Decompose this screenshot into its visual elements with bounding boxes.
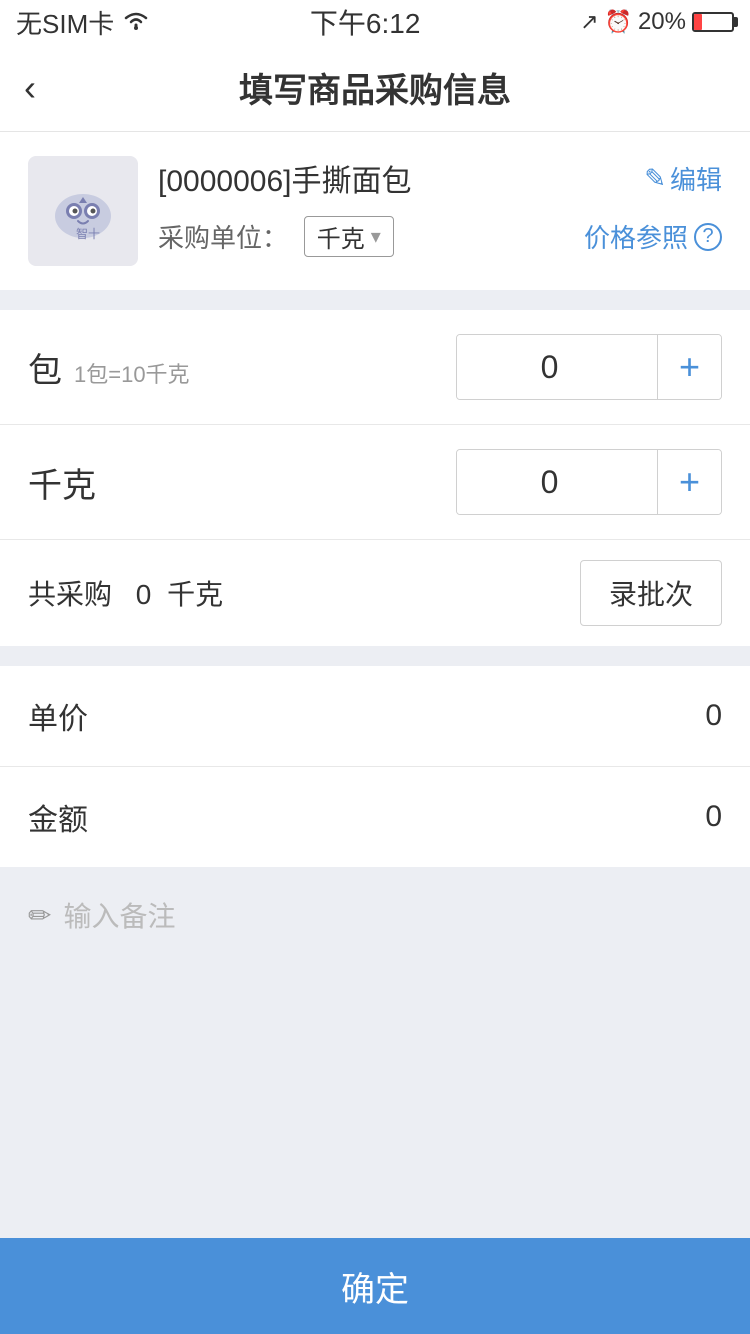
total-label: 共采购 (28, 579, 112, 610)
unit-price-value: 0 (705, 699, 722, 733)
nav-bar: ‹ 填写商品采购信息 (0, 44, 750, 132)
kg-input-row: 千克 + (0, 425, 750, 539)
remark-placeholder: 输入备注 (63, 895, 175, 935)
kg-input-group: + (456, 449, 722, 515)
bag-label-group: 包 1包=10千克 (28, 343, 190, 392)
unit-price-row: 单价 0 (0, 666, 750, 767)
info-icon: ? (694, 223, 722, 251)
bag-label: 包 (28, 343, 62, 392)
input-section: 包 1包=10千克 + 千克 + (0, 310, 750, 539)
batch-button[interactable]: 录批次 (580, 560, 722, 626)
bag-input-row: 包 1包=10千克 + (0, 310, 750, 425)
amount-value: 0 (705, 800, 722, 834)
product-bottom-row: 采购单位： 千克 ▾ 价格参照 ? (158, 216, 722, 257)
edit-icon: ✎ (644, 163, 666, 194)
wifi-icon (122, 7, 150, 38)
kg-label-group: 千克 (28, 458, 96, 507)
unit-selector[interactable]: 采购单位： 千克 ▾ (158, 216, 394, 257)
svg-text:智十: 智十 (76, 226, 100, 241)
section-divider-1 (0, 290, 750, 310)
total-unit-label: 千克 (167, 579, 223, 610)
status-bar-right: ↗ ⏰ 20% (580, 8, 734, 36)
back-button[interactable]: ‹ (24, 67, 36, 109)
status-bar: 无SIM卡 下午6:12 ↗ ⏰ 20% (0, 0, 750, 44)
product-info: [0000006]手撕面包 ✎ 编辑 采购单位： 千克 ▾ 价格参照 ? (158, 156, 722, 257)
product-thumbnail: 智十 (28, 156, 138, 266)
kg-plus-button[interactable]: + (657, 450, 721, 514)
price-section: 单价 0 金额 0 (0, 666, 750, 867)
unit-price-label: 单价 (28, 694, 88, 738)
pencil-icon: ✏ (28, 899, 51, 932)
location-icon: ↗ (580, 9, 598, 35)
bag-input-group: + (456, 334, 722, 400)
bag-input[interactable] (457, 335, 657, 399)
section-divider-2 (0, 646, 750, 666)
confirm-button[interactable]: 确定 (341, 1262, 409, 1311)
product-card: 智十 [0000006]手撕面包 ✎ 编辑 采购单位： 千克 ▾ 价格参照 ? (0, 132, 750, 290)
edit-button[interactable]: ✎ 编辑 (644, 160, 722, 197)
product-top-row: [0000006]手撕面包 ✎ 编辑 (158, 156, 722, 200)
price-reference-button[interactable]: 价格参照 ? (584, 218, 722, 255)
kg-input[interactable] (457, 450, 657, 514)
amount-label: 金额 (28, 795, 88, 839)
status-bar-time: 下午6:12 (310, 2, 421, 42)
unit-badge[interactable]: 千克 ▾ (304, 216, 394, 257)
total-amount-value: 0 (136, 579, 152, 610)
status-bar-left: 无SIM卡 (16, 4, 150, 41)
nav-title: 填写商品采购信息 (239, 63, 511, 112)
total-row: 共采购 0 千克 录批次 (0, 539, 750, 646)
remark-section[interactable]: ✏ 输入备注 (0, 867, 750, 963)
bag-plus-button[interactable]: + (657, 335, 721, 399)
carrier-label: 无SIM卡 (16, 4, 114, 41)
amount-row: 金额 0 (0, 767, 750, 867)
total-label-group: 共采购 0 千克 (28, 573, 223, 613)
product-logo: 智十 (48, 181, 118, 241)
bag-sub-label: 1包=10千克 (74, 357, 190, 389)
battery-icon (692, 12, 734, 32)
chevron-down-icon: ▾ (371, 224, 381, 249)
confirm-bar[interactable]: 确定 (0, 1238, 750, 1334)
kg-label: 千克 (28, 458, 96, 507)
alarm-icon: ⏰ (605, 9, 632, 35)
product-name: [0000006]手撕面包 (158, 156, 411, 200)
battery-percent: 20% (638, 8, 686, 36)
